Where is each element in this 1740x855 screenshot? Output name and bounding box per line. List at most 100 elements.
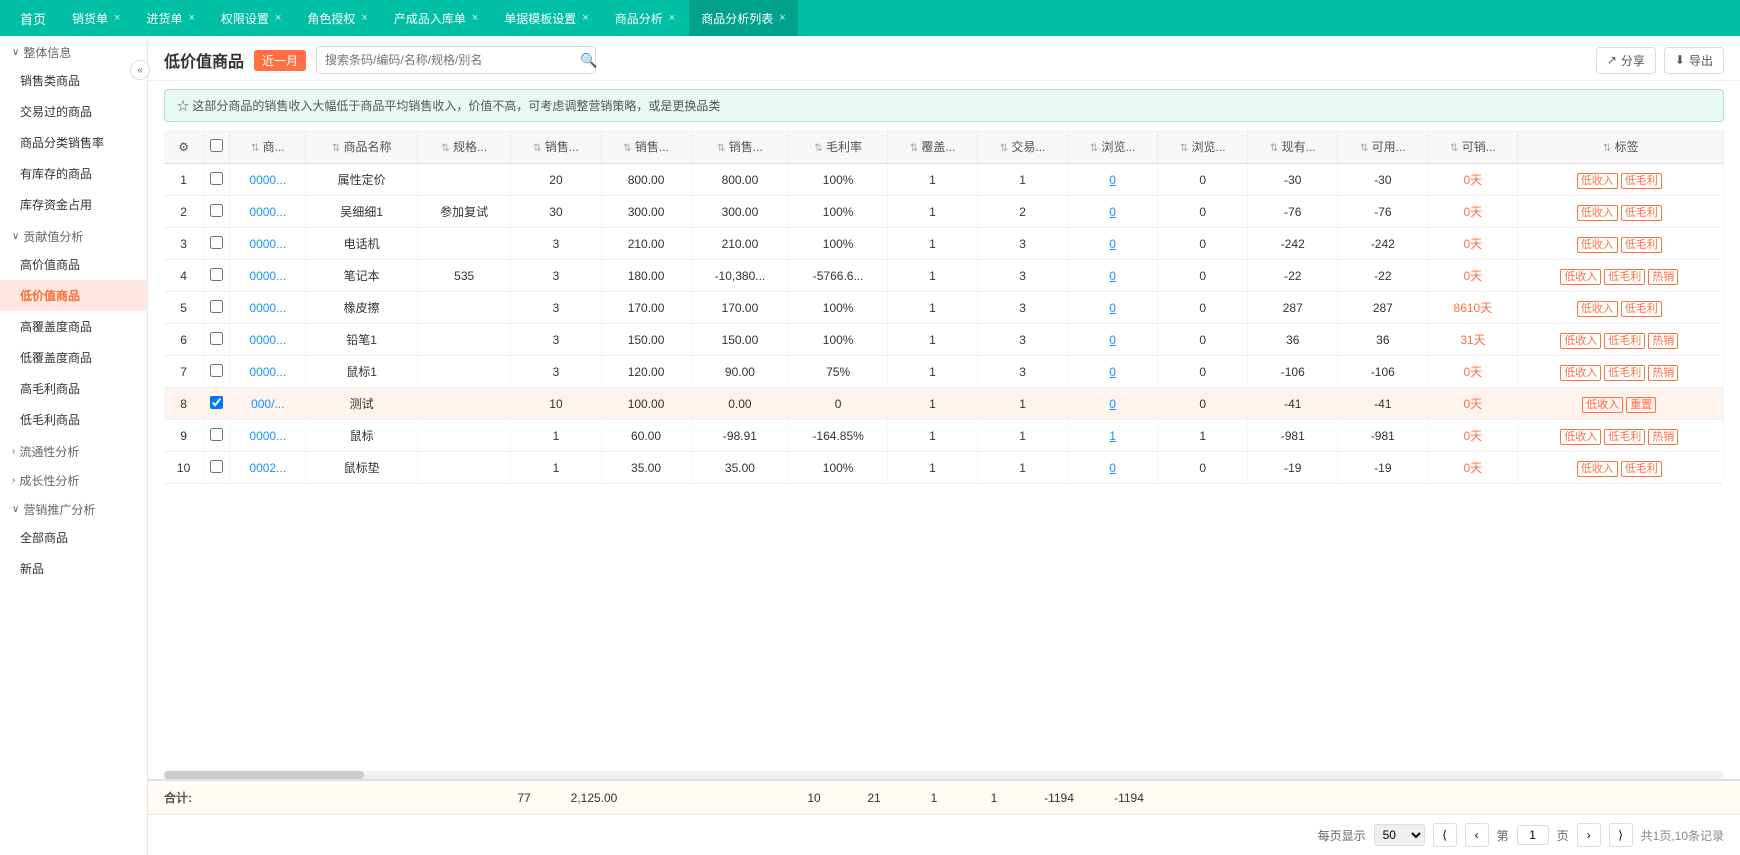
export-button[interactable]: ⬇ 导出 [1664, 47, 1724, 74]
row-checkbox[interactable] [210, 172, 223, 185]
row-available: -41 [1338, 388, 1428, 420]
row-margin: 100% [789, 228, 888, 260]
search-button[interactable]: 🔍 [580, 52, 597, 69]
row-spec [417, 356, 511, 388]
sidebar-item-high-margin[interactable]: 高毛利商品 [0, 373, 147, 404]
data-table-wrapper[interactable]: ⚙ ⇅ 商... ⇅ 商品名称 ⇅ 规格... ⇅ 销售... ⇅ 销售... … [148, 130, 1740, 771]
row-checkbox-cell[interactable] [204, 260, 230, 292]
time-filter-button[interactable]: 近一月 [254, 50, 306, 71]
row-view1[interactable]: 0 [1068, 228, 1158, 260]
nav-purchase-order[interactable]: 进货单 × [134, 0, 206, 36]
sidebar-item-sales-products[interactable]: 销售类商品 [0, 65, 147, 96]
row-checkbox[interactable] [210, 236, 223, 249]
nav-product-inbound[interactable]: 产成品入库单 × [382, 0, 490, 36]
next-page-button[interactable]: › [1577, 823, 1601, 847]
sidebar-item-low-coverage[interactable]: 低覆盖度商品 [0, 342, 147, 373]
sidebar-item-all-products[interactable]: 全部商品 [0, 522, 147, 553]
search-input[interactable] [316, 46, 596, 74]
checkbox-col-header[interactable] [204, 130, 230, 164]
chevron-right-icon: › [12, 446, 15, 457]
first-page-button[interactable]: ⟨ [1433, 823, 1457, 847]
row-view1[interactable]: 0 [1068, 260, 1158, 292]
sidebar-item-category-sales-rate[interactable]: 商品分类销售率 [0, 127, 147, 158]
row-view2: 1 [1158, 420, 1248, 452]
row-sales-total: 150.00 [691, 324, 789, 356]
close-icon[interactable]: × [114, 12, 120, 24]
row-margin: 0 [789, 388, 888, 420]
nav-home[interactable]: 首页 [8, 0, 58, 36]
row-view1[interactable]: 0 [1068, 292, 1158, 324]
sidebar-collapse-button[interactable]: « [130, 60, 150, 80]
sidebar-group-marketing[interactable]: ∨ 营销推广分析 [0, 493, 147, 522]
row-checkbox-cell[interactable] [204, 420, 230, 452]
row-checkbox[interactable] [210, 204, 223, 217]
sidebar-item-new-products[interactable]: 新品 [0, 553, 147, 584]
close-icon[interactable]: × [472, 12, 478, 24]
sidebar-item-inventory-capital[interactable]: 库存资金占用 [0, 189, 147, 220]
close-icon[interactable]: × [275, 12, 281, 24]
close-icon[interactable]: × [669, 12, 675, 24]
sidebar-item-traded-products[interactable]: 交易过的商品 [0, 96, 147, 127]
sidebar-item-high-coverage[interactable]: 高覆盖度商品 [0, 311, 147, 342]
row-checkbox[interactable] [210, 268, 223, 281]
row-checkbox-cell[interactable] [204, 228, 230, 260]
row-checkbox-cell[interactable] [204, 196, 230, 228]
sidebar-group-contribution[interactable]: ∨ 贡献值分析 [0, 220, 147, 249]
row-view1[interactable]: 0 [1068, 356, 1158, 388]
nav-role-auth[interactable]: 角色授权 × [295, 0, 379, 36]
trade-col-header: ⇅ 交易... [978, 130, 1068, 164]
row-view1[interactable]: 0 [1068, 324, 1158, 356]
row-available: -19 [1338, 452, 1428, 484]
row-code: 000/... [230, 388, 306, 420]
close-icon[interactable]: × [361, 12, 367, 24]
row-checkbox-cell[interactable] [204, 164, 230, 196]
select-all-checkbox[interactable] [210, 139, 223, 152]
row-checkbox[interactable] [210, 396, 223, 409]
row-checkbox[interactable] [210, 364, 223, 377]
row-checkbox[interactable] [210, 428, 223, 441]
row-checkbox-cell[interactable] [204, 388, 230, 420]
sidebar-item-inventory-products[interactable]: 有库存的商品 [0, 158, 147, 189]
row-checkbox[interactable] [210, 332, 223, 345]
sidebar-item-low-margin[interactable]: 低毛利商品 [0, 404, 147, 435]
row-view1[interactable]: 0 [1068, 452, 1158, 484]
nav-product-analysis-list[interactable]: 商品分析列表 × [689, 0, 797, 36]
row-checkbox-cell[interactable] [204, 452, 230, 484]
row-checkbox-cell[interactable] [204, 324, 230, 356]
chevron-down-icon: ∨ [12, 504, 19, 515]
page-size-select[interactable]: 50 100 [1374, 824, 1425, 846]
nav-permissions[interactable]: 权限设置 × [209, 0, 293, 36]
nav-product-analysis[interactable]: 商品分析 × [603, 0, 687, 36]
close-icon[interactable]: × [582, 12, 588, 24]
nav-template-settings[interactable]: 单据模板设置 × [492, 0, 600, 36]
sidebar-group-growth[interactable]: › 成长性分析 [0, 464, 147, 493]
row-current: -30 [1248, 164, 1338, 196]
sidebar-item-low-value[interactable]: 低价值商品 [0, 280, 147, 311]
current-page-input[interactable] [1517, 825, 1549, 845]
row-available: 287 [1338, 292, 1428, 324]
row-view1[interactable]: 1 [1068, 420, 1158, 452]
settings-col-header[interactable]: ⚙ [164, 130, 204, 164]
horizontal-scrollbar[interactable] [164, 771, 1724, 779]
last-page-button[interactable]: ⟩ [1609, 823, 1633, 847]
row-sales-qty: 30 [511, 196, 601, 228]
row-checkbox-cell[interactable] [204, 356, 230, 388]
row-checkbox[interactable] [210, 300, 223, 313]
row-saleable-days: 0天 [1428, 228, 1518, 260]
row-view1[interactable]: 0 [1068, 196, 1158, 228]
sidebar-group-liquidity[interactable]: › 流通性分析 [0, 435, 147, 464]
sidebar-group-overall[interactable]: ∨ 整体信息 [0, 36, 147, 65]
close-icon[interactable]: × [779, 12, 785, 24]
row-view1[interactable]: 0 [1068, 388, 1158, 420]
row-view2: 0 [1158, 452, 1248, 484]
row-checkbox[interactable] [210, 460, 223, 473]
sidebar-item-high-value[interactable]: 高价值商品 [0, 249, 147, 280]
row-current: 287 [1248, 292, 1338, 324]
prev-page-button[interactable]: ‹ [1465, 823, 1489, 847]
nav-sales-order[interactable]: 销货单 × [60, 0, 132, 36]
close-icon[interactable]: × [188, 12, 194, 24]
row-checkbox-cell[interactable] [204, 292, 230, 324]
row-view1[interactable]: 0 [1068, 164, 1158, 196]
share-button[interactable]: ↗ 分享 [1596, 47, 1656, 74]
table-header-row: ⚙ ⇅ 商... ⇅ 商品名称 ⇅ 规格... ⇅ 销售... ⇅ 销售... … [164, 130, 1724, 164]
